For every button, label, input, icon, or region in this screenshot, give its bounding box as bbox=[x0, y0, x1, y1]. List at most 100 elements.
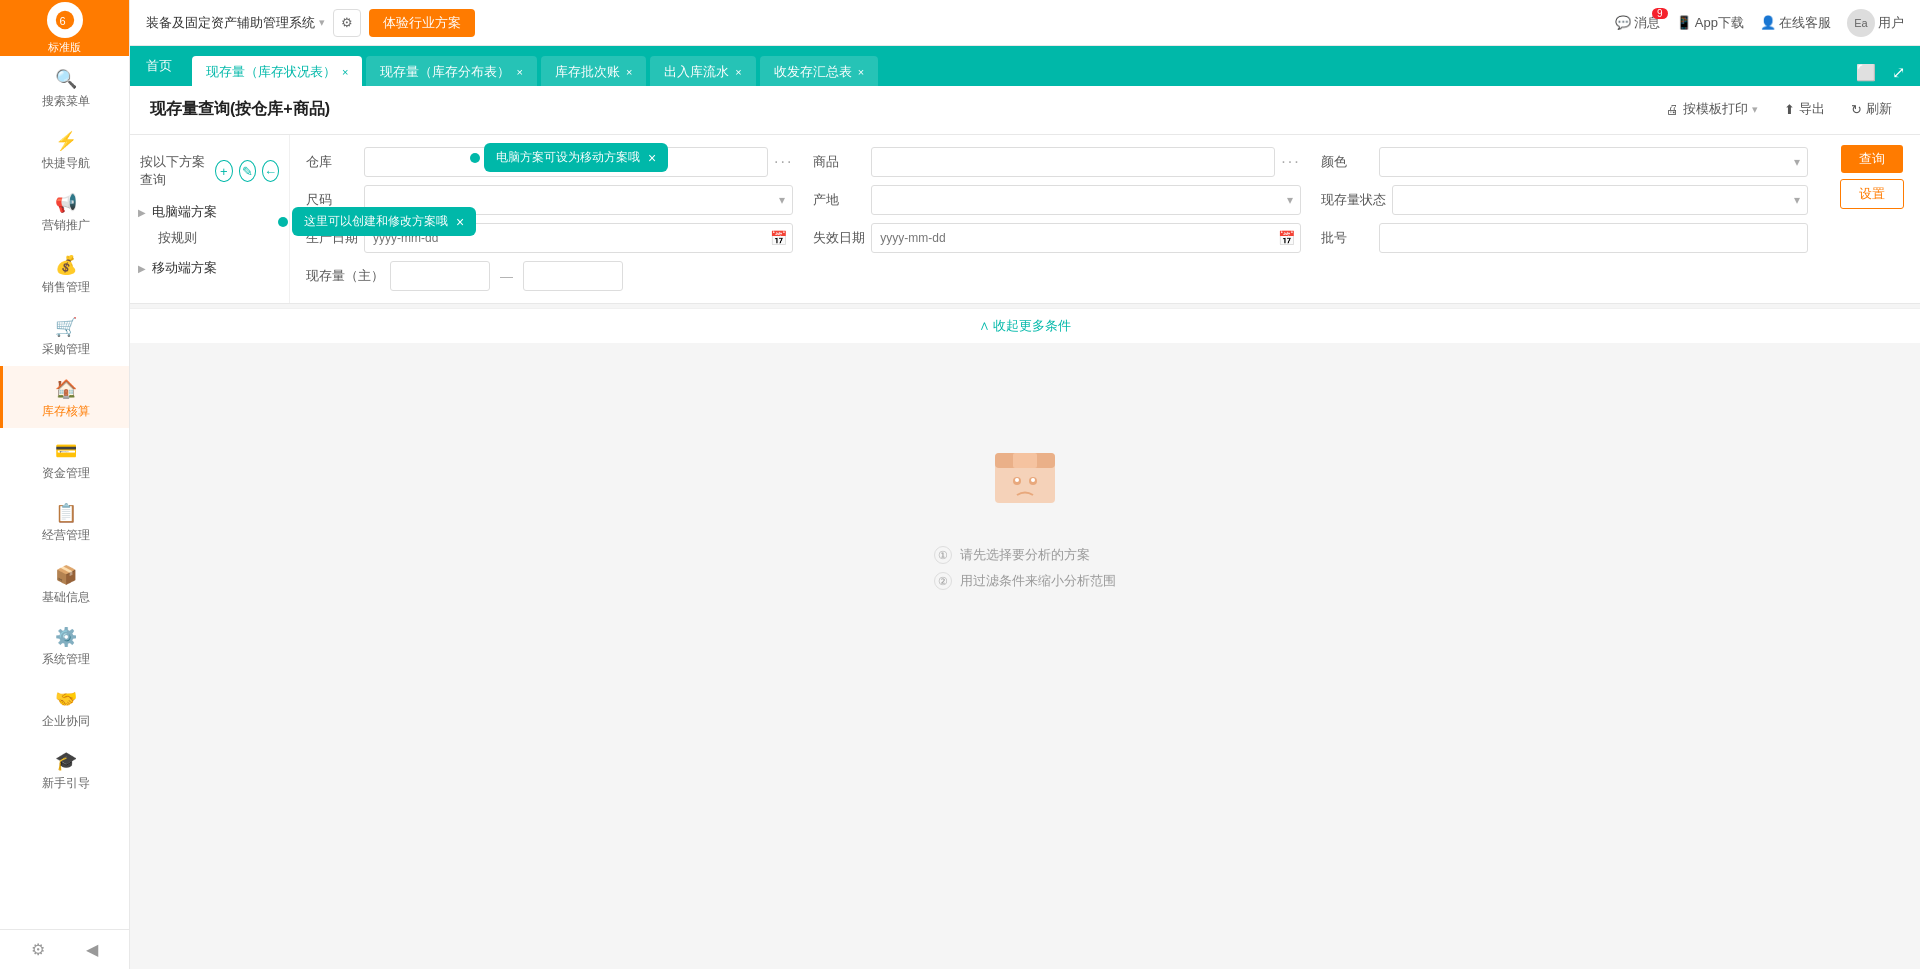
experience-button[interactable]: 体验行业方案 bbox=[369, 9, 475, 37]
user-menu[interactable]: Ea 用户 bbox=[1847, 9, 1904, 37]
tab-collection-summary[interactable]: 收发存汇总表 × bbox=[760, 56, 878, 88]
tab-fullscreen-btn[interactable]: ⤢ bbox=[1884, 58, 1912, 86]
online-support-button[interactable]: 👤 在线客服 bbox=[1760, 14, 1831, 32]
edit-tooltip-wrapper: 这里可以创建和修改方案哦 × bbox=[278, 207, 476, 236]
collapse-bar[interactable]: ∧ 收起更多条件 bbox=[130, 308, 1920, 343]
search-button[interactable]: 查询 bbox=[1841, 145, 1903, 173]
sidebar-item-system[interactable]: ⚙️ 系统管理 bbox=[0, 614, 129, 676]
collapse-icon: ∧ bbox=[979, 318, 990, 333]
mfg-date-calendar-icon[interactable]: 📅 bbox=[770, 230, 787, 246]
tab-inventory-status-label: 现存量（库存状况表） bbox=[206, 63, 336, 81]
tab-batch-close-icon[interactable]: × bbox=[626, 66, 632, 78]
sidebar-logo: 6 标准版 bbox=[0, 0, 129, 56]
sidebar-item-purchase[interactable]: 🛒 采购管理 bbox=[0, 304, 129, 366]
avatar-initials: Ea bbox=[1854, 17, 1867, 29]
stock-main-to-input[interactable] bbox=[523, 261, 623, 291]
stock-main-label: 现存量（主） bbox=[306, 267, 384, 285]
export-button[interactable]: ⬆ 导出 bbox=[1776, 96, 1833, 122]
app-download-button[interactable]: 📱 App下载 bbox=[1676, 14, 1744, 32]
goods-label: 商品 bbox=[813, 153, 865, 171]
back-scheme-btn[interactable]: ← bbox=[262, 160, 279, 182]
settings-gear-btn[interactable]: ⚙ bbox=[333, 9, 361, 37]
color-select[interactable] bbox=[1379, 147, 1808, 177]
home-tab-label: 首页 bbox=[146, 57, 172, 75]
search-icon: 🔍 bbox=[55, 68, 77, 90]
tab-close-icon[interactable]: × bbox=[342, 66, 348, 78]
exp-date-field: 失效日期 📅 bbox=[813, 223, 1300, 253]
add-scheme-btn[interactable]: + bbox=[215, 160, 232, 182]
origin-select[interactable] bbox=[871, 185, 1300, 215]
tab-home[interactable]: 首页 bbox=[130, 46, 188, 86]
stock-main-field: 现存量（主） — bbox=[306, 261, 623, 291]
goods-input[interactable] bbox=[871, 147, 1275, 177]
sidebar-item-search[interactable]: 🔍 搜索菜单 bbox=[0, 56, 129, 118]
scheme-pc-item[interactable]: ▶ 电脑端方案 bbox=[130, 199, 289, 225]
app-download-label: App下载 bbox=[1695, 14, 1744, 32]
sidebar-item-quicknav[interactable]: ⚡ 快捷导航 bbox=[0, 118, 129, 180]
sidebar-item-sales[interactable]: 💰 销售管理 bbox=[0, 242, 129, 304]
system-selector[interactable]: 装备及固定资产辅助管理系统 ▾ bbox=[146, 14, 325, 32]
tab-bar: 首页 现存量（库存状况表） × 现存量（库存分布表） × 库存批次账 × 出入库… bbox=[130, 46, 1920, 86]
goods-dots-btn[interactable]: ··· bbox=[1281, 153, 1300, 171]
sidebar-item-enterprise[interactable]: 🤝 企业协同 bbox=[0, 676, 129, 738]
tooltip2-text: 这里可以创建和修改方案哦 bbox=[304, 213, 448, 230]
fields-row2: 尺码 产地 现存量状态 bbox=[306, 185, 1808, 215]
tooltip2-close-btn[interactable]: × bbox=[456, 214, 464, 230]
page-title: 现存量查询(按仓库+商品) bbox=[150, 99, 330, 120]
filter-by-label: 按以下方案查询 bbox=[140, 153, 209, 189]
exp-date-calendar-icon[interactable]: 📅 bbox=[1278, 230, 1295, 246]
collapse-btn[interactable]: ◀ bbox=[86, 940, 98, 959]
tab-inventory-dist[interactable]: 现存量（库存分布表） × bbox=[366, 56, 536, 88]
svg-rect-4 bbox=[1013, 453, 1037, 468]
tab-inout-close-icon[interactable]: × bbox=[735, 66, 741, 78]
sidebar-item-marketing[interactable]: 📢 营销推广 bbox=[0, 180, 129, 242]
scheme-pc-sub-label: 按规则 bbox=[158, 229, 197, 247]
warehouse-dots-btn[interactable]: ··· bbox=[774, 153, 793, 171]
stock-status-label: 现存量状态 bbox=[1321, 191, 1386, 209]
svg-point-8 bbox=[1031, 478, 1035, 482]
refresh-button[interactable]: ↻ 刷新 bbox=[1843, 96, 1900, 122]
logo-text: 标准版 bbox=[48, 40, 81, 55]
sidebar-item-guide[interactable]: 🎓 新手引导 bbox=[0, 738, 129, 800]
stock-main-from-input[interactable] bbox=[390, 261, 490, 291]
sidebar-item-label-sales: 销售管理 bbox=[42, 279, 90, 296]
sidebar-item-base[interactable]: 📦 基础信息 bbox=[0, 552, 129, 614]
tab-collection-close-icon[interactable]: × bbox=[858, 66, 864, 78]
batch-input[interactable] bbox=[1379, 223, 1808, 253]
step2-label: 用过滤条件来缩小分析范围 bbox=[960, 568, 1116, 594]
avatar: Ea bbox=[1847, 9, 1875, 37]
scheme-mobile-item[interactable]: ▶ 移动端方案 bbox=[130, 255, 289, 281]
edit-scheme-btn[interactable]: ✎ bbox=[239, 160, 256, 182]
exp-date-input[interactable] bbox=[871, 223, 1300, 253]
sidebar-item-inventory[interactable]: 🏠 库存核算 bbox=[0, 366, 129, 428]
stock-status-select[interactable] bbox=[1392, 185, 1808, 215]
settings-bottom-btn[interactable]: ⚙ bbox=[31, 940, 45, 959]
sidebar-item-finance[interactable]: 💳 资金管理 bbox=[0, 428, 129, 490]
chevron-down-icon: ▾ bbox=[319, 16, 325, 29]
marketing-icon: 📢 bbox=[55, 192, 77, 214]
filter-region: 按以下方案查询 + ✎ ← ▶ 电脑端方案 bbox=[130, 135, 1920, 304]
purchase-icon: 🛒 bbox=[55, 316, 77, 338]
scheme-pc-sub-item[interactable]: 按规则 bbox=[130, 225, 289, 251]
refresh-label: 刷新 bbox=[1866, 100, 1892, 118]
tooltip1-close-btn[interactable]: × bbox=[648, 150, 656, 166]
fields-row3: 生产日期 📅 失效日期 📅 批号 bbox=[306, 223, 1808, 253]
set-button[interactable]: 设置 bbox=[1840, 179, 1904, 209]
empty-state: ① 请先选择要分析的方案 ② 用过滤条件来缩小分析范围 bbox=[130, 343, 1920, 654]
print-button[interactable]: 🖨 按模板打印 ▾ bbox=[1658, 96, 1766, 122]
message-button[interactable]: 💬 消息 9 bbox=[1615, 14, 1660, 32]
tab-batch-ledger[interactable]: 库存批次账 × bbox=[541, 56, 646, 88]
add-icon: + bbox=[220, 164, 228, 179]
inventory-icon: 🏠 bbox=[55, 378, 77, 400]
operations-icon: 📋 bbox=[55, 502, 77, 524]
tab-dist-close-icon[interactable]: × bbox=[516, 66, 522, 78]
tab-inventory-status[interactable]: 现存量（库存状况表） × bbox=[192, 56, 362, 88]
support-icon: 👤 bbox=[1760, 15, 1776, 30]
refresh-icon: ↻ bbox=[1851, 102, 1862, 117]
tab-inout-flow[interactable]: 出入库流水 × bbox=[650, 56, 755, 88]
tab-maximize-btn[interactable]: ⬜ bbox=[1852, 58, 1880, 86]
user-label: 用户 bbox=[1878, 14, 1904, 32]
page-header: 现存量查询(按仓库+商品) 🖨 按模板打印 ▾ ⬆ 导出 ↻ 刷新 bbox=[130, 86, 1920, 135]
sidebar-item-operations[interactable]: 📋 经营管理 bbox=[0, 490, 129, 552]
sidebar-bottom: ⚙ ◀ bbox=[0, 929, 129, 969]
